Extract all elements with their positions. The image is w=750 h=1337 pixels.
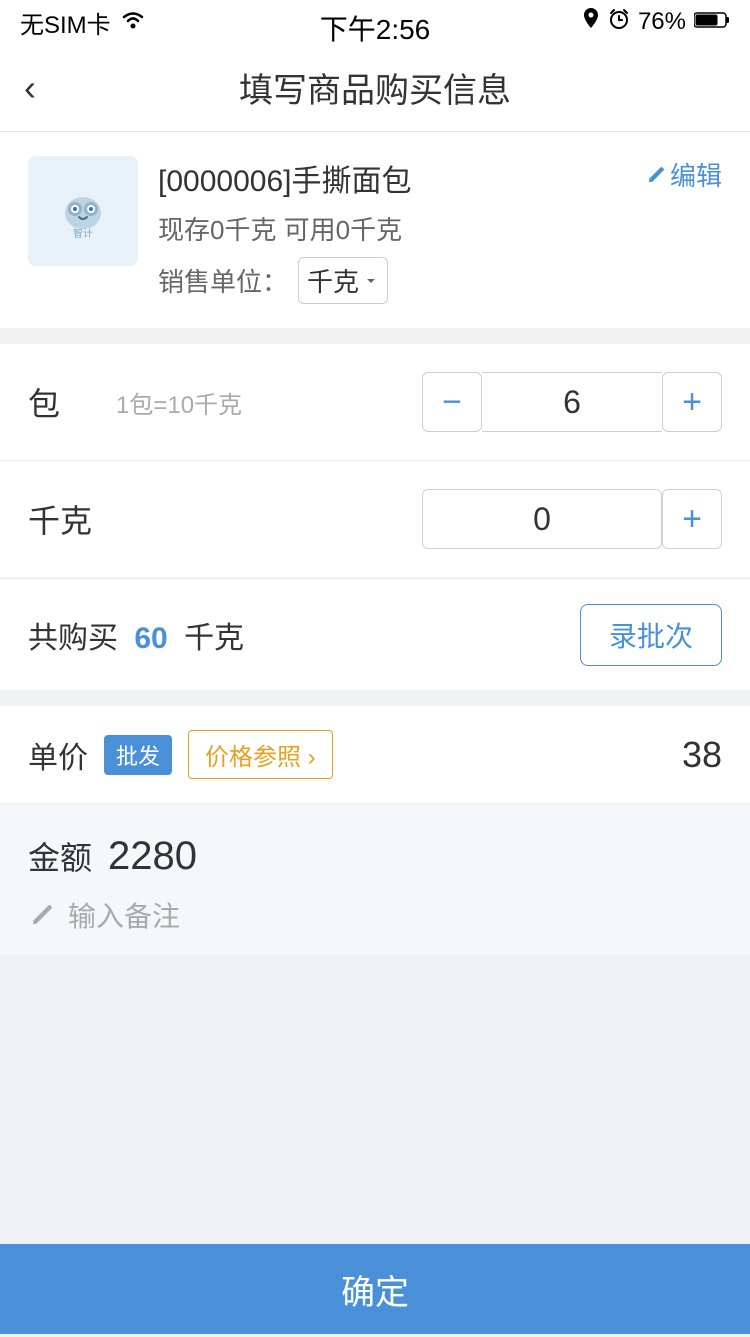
product-stock: 现存0千克 可用0千克	[158, 210, 722, 247]
increase-bao-button[interactable]: +	[662, 372, 722, 432]
price-ref-button[interactable]: 价格参照 ›	[188, 730, 333, 779]
product-image: 智计	[28, 156, 138, 266]
remark-row[interactable]: 输入备注	[28, 895, 722, 935]
quantity-controls-kg: +	[422, 489, 722, 549]
status-bar: 无SIM卡 下午2:56 76%	[0, 0, 750, 44]
confirm-button[interactable]: 确定	[0, 1244, 750, 1334]
back-button[interactable]: ‹	[24, 67, 36, 109]
quantity-section: 包 1包=10千克 − + 千克 +	[0, 344, 750, 578]
batch-button[interactable]: 录批次	[580, 604, 722, 666]
unit-select[interactable]: 千克	[298, 257, 388, 304]
status-left: 无SIM卡	[20, 5, 147, 40]
svg-text:智计: 智计	[73, 227, 93, 240]
amount-label: 金额	[28, 833, 92, 879]
price-label: 单价	[28, 733, 88, 777]
remark-placeholder[interactable]: 输入备注	[68, 895, 180, 935]
quantity-kg-input[interactable]	[422, 489, 662, 549]
product-name: [0000006]手撕面包	[158, 156, 646, 200]
battery-icon	[694, 8, 730, 36]
page-title: 填写商品购买信息	[239, 63, 511, 112]
price-value: 38	[682, 734, 722, 776]
nav-bar: ‹ 填写商品购买信息	[0, 44, 750, 132]
summary-amount: 60	[134, 622, 167, 655]
price-tag: 批发	[104, 735, 172, 775]
battery-text: 76%	[638, 8, 686, 36]
wifi-icon	[119, 8, 147, 36]
status-right: 76%	[582, 8, 730, 37]
carrier-text: 无SIM卡	[20, 5, 111, 40]
increase-kg-button[interactable]: +	[662, 489, 722, 549]
quantity-row-bao: 包 1包=10千克 − +	[0, 344, 750, 461]
amount-row: 金额 2280	[28, 833, 722, 879]
quantity-label-kg: 千克	[28, 496, 108, 542]
quantity-hint-bao: 1包=10千克	[116, 385, 422, 420]
quantity-bao-input[interactable]	[482, 372, 662, 432]
location-icon	[582, 8, 600, 37]
status-time: 下午2:56	[320, 8, 431, 48]
edit-button[interactable]: 编辑	[646, 156, 722, 193]
product-info: [0000006]手撕面包 编辑 现存0千克 可用0千克 销售单位： 千克	[158, 156, 722, 304]
amount-section: 金额 2280 输入备注	[0, 805, 750, 955]
quantity-row-kg: 千克 +	[0, 461, 750, 578]
alarm-icon	[608, 8, 630, 37]
decrease-bao-button[interactable]: −	[422, 372, 482, 432]
product-unit-row: 销售单位： 千克	[158, 257, 722, 304]
product-card: 智计 [0000006]手撕面包 编辑 现存0千克 可用0千克 销售单位： 千克	[0, 132, 750, 328]
price-section: 单价 批发 价格参照 › 38	[0, 706, 750, 803]
amount-value: 2280	[108, 834, 197, 879]
summary-row: 共购买 60 千克 录批次	[0, 580, 750, 690]
quantity-controls-bao: − +	[422, 372, 722, 432]
summary-text: 共购买 60 千克	[28, 613, 244, 657]
quantity-label-bao: 包	[28, 379, 108, 425]
